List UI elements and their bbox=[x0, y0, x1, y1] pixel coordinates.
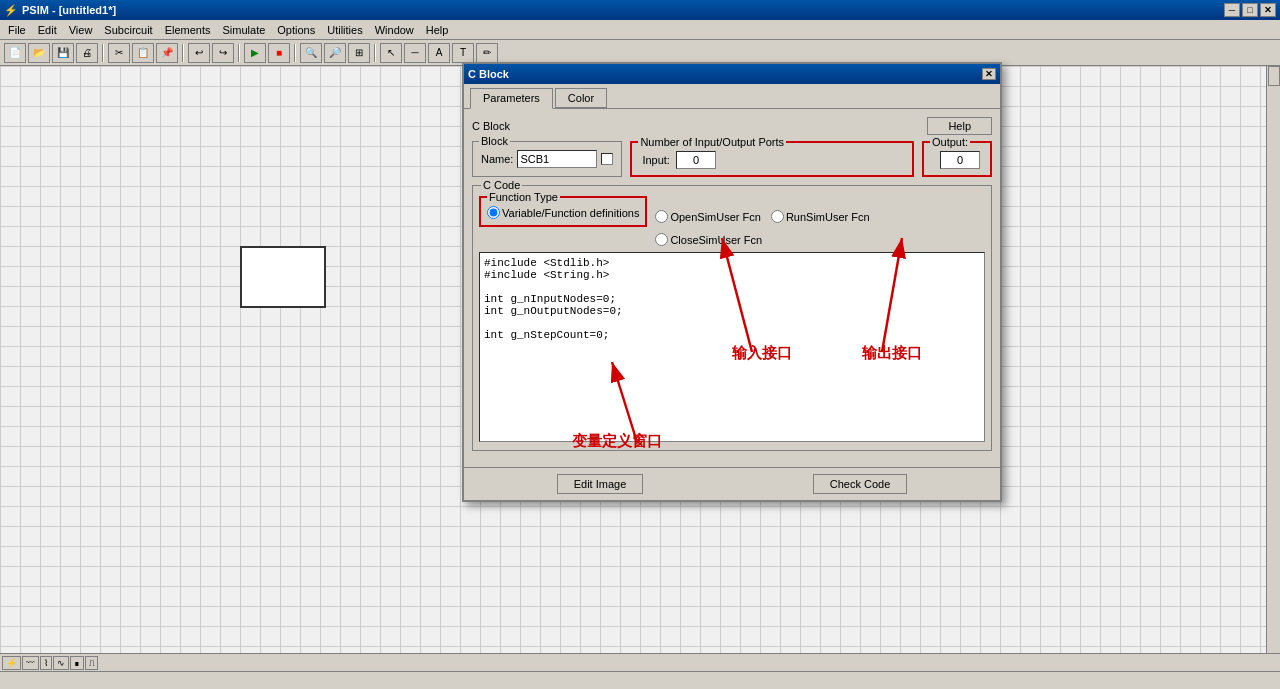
bottom-toolbar: ⚡ 〰 ⌇ ∿ ∎ ⎍ bbox=[0, 653, 1280, 671]
output-count-field[interactable] bbox=[940, 151, 980, 169]
new-button[interactable]: 📄 bbox=[4, 43, 26, 63]
text-button[interactable]: T bbox=[452, 43, 474, 63]
dialog-tabs: Parameters Color bbox=[464, 84, 1000, 108]
menu-simulate[interactable]: Simulate bbox=[217, 22, 272, 38]
output-group: Output: bbox=[922, 141, 992, 177]
canvas-block[interactable] bbox=[240, 246, 326, 308]
sep5 bbox=[374, 44, 376, 62]
func-type-radio-opensim[interactable] bbox=[655, 210, 668, 223]
edit-button[interactable]: ✏ bbox=[476, 43, 498, 63]
cblock-label: C Block bbox=[472, 120, 510, 132]
func-type-closesim-text: CloseSimUser Fcn bbox=[670, 234, 762, 246]
title-bar: ⚡ PSIM - [untitled1*] ─ □ ✕ bbox=[0, 0, 1280, 20]
ccode-group-title: C Code bbox=[481, 179, 522, 191]
func-type-group: Function Type Variable/Function definiti… bbox=[479, 196, 647, 227]
dialog-footer: Edit Image Check Code bbox=[464, 467, 1000, 500]
output-row bbox=[934, 151, 980, 169]
scrollbar-thumb[interactable] bbox=[1268, 66, 1280, 86]
app-title: PSIM - [untitled1*] bbox=[22, 4, 116, 16]
edit-image-button[interactable]: Edit Image bbox=[557, 474, 644, 494]
title-left: ⚡ PSIM - [untitled1*] bbox=[4, 4, 116, 17]
bottom-tool-2[interactable]: 〰 bbox=[22, 656, 39, 670]
zoom-in-button[interactable]: 🔍 bbox=[300, 43, 322, 63]
open-button[interactable]: 📂 bbox=[28, 43, 50, 63]
menu-elements[interactable]: Elements bbox=[159, 22, 217, 38]
block-group-title: Block bbox=[479, 135, 510, 147]
dialog-title: C Block bbox=[468, 68, 509, 80]
func-type-group-title: Function Type bbox=[487, 191, 560, 203]
func-type-radio-runsim[interactable] bbox=[771, 210, 784, 223]
block-name-checkbox[interactable] bbox=[601, 153, 613, 165]
title-controls[interactable]: ─ □ ✕ bbox=[1224, 3, 1276, 17]
func-type-closesimlabel: CloseSimUser Fcn bbox=[655, 233, 762, 246]
ccode-group: C Code Function Type Variable/Function d… bbox=[472, 185, 992, 451]
tab-color[interactable]: Color bbox=[555, 88, 607, 108]
status-bar bbox=[0, 671, 1280, 689]
run-button[interactable]: ▶ bbox=[244, 43, 266, 63]
menu-window[interactable]: Window bbox=[369, 22, 420, 38]
sep2 bbox=[182, 44, 184, 62]
tab-parameters[interactable]: Parameters bbox=[470, 88, 553, 109]
name-label: Name: bbox=[481, 153, 513, 165]
bottom-tool-5[interactable]: ∎ bbox=[70, 656, 84, 670]
help-button[interactable]: Help bbox=[927, 117, 992, 135]
menu-edit[interactable]: Edit bbox=[32, 22, 63, 38]
func-type-opensim-text: OpenSimUser Fcn bbox=[670, 211, 760, 223]
output-group-title: Output: bbox=[930, 136, 970, 148]
menu-bar: File Edit View Subcircuit Elements Simul… bbox=[0, 20, 1280, 40]
menu-utilities[interactable]: Utilities bbox=[321, 22, 368, 38]
func-type-label-vardef: Variable/Function definitions bbox=[502, 207, 639, 219]
cblock-dialog: C Block ✕ Parameters Color C Block Help … bbox=[462, 62, 1002, 502]
zoom-out-button[interactable]: 🔎 bbox=[324, 43, 346, 63]
bottom-tool-3[interactable]: ⌇ bbox=[40, 656, 52, 670]
func-type-runsim-text: RunSimUser Fcn bbox=[786, 211, 870, 223]
sep1 bbox=[102, 44, 104, 62]
minimize-button[interactable]: ─ bbox=[1224, 3, 1240, 17]
undo-button[interactable]: ↩ bbox=[188, 43, 210, 63]
func-type-runsimlabel: RunSimUser Fcn bbox=[771, 210, 870, 223]
check-code-button[interactable]: Check Code bbox=[813, 474, 908, 494]
label-button[interactable]: A bbox=[428, 43, 450, 63]
bottom-tool-4[interactable]: ∿ bbox=[53, 656, 69, 670]
ports-group: Number of Input/Output Ports Input: bbox=[630, 141, 914, 177]
menu-view[interactable]: View bbox=[63, 22, 99, 38]
redo-button[interactable]: ↪ bbox=[212, 43, 234, 63]
menu-help[interactable]: Help bbox=[420, 22, 455, 38]
func-type-radio-group: OpenSimUser Fcn RunSimUser Fcn CloseSimU… bbox=[655, 210, 985, 246]
dialog-title-bar: C Block ✕ bbox=[464, 64, 1000, 84]
stop-button[interactable]: ■ bbox=[268, 43, 290, 63]
sep4 bbox=[294, 44, 296, 62]
vertical-scrollbar[interactable] bbox=[1266, 66, 1280, 653]
save-button[interactable]: 💾 bbox=[52, 43, 74, 63]
paste-button[interactable]: 📌 bbox=[156, 43, 178, 63]
wire-button[interactable]: ─ bbox=[404, 43, 426, 63]
port-row: Input: bbox=[642, 151, 902, 169]
maximize-button[interactable]: □ bbox=[1242, 3, 1258, 17]
zoom-fit-button[interactable]: ⊞ bbox=[348, 43, 370, 63]
app-icon: ⚡ bbox=[4, 4, 18, 17]
dialog-content: C Block Help Block Name: Number of Input… bbox=[464, 108, 1000, 467]
copy-button[interactable]: 📋 bbox=[132, 43, 154, 63]
func-type-radio-vardef[interactable] bbox=[487, 206, 500, 219]
block-name-input[interactable] bbox=[517, 150, 597, 168]
dialog-close-button[interactable]: ✕ bbox=[982, 68, 996, 80]
close-button[interactable]: ✕ bbox=[1260, 3, 1276, 17]
menu-options[interactable]: Options bbox=[271, 22, 321, 38]
input-count-field[interactable] bbox=[676, 151, 716, 169]
sep3 bbox=[238, 44, 240, 62]
ports-group-title: Number of Input/Output Ports bbox=[638, 136, 786, 148]
func-type-opensimlabel: OpenSimUser Fcn bbox=[655, 210, 760, 223]
bottom-tool-1[interactable]: ⚡ bbox=[2, 656, 21, 670]
block-group: Block Name: bbox=[472, 141, 622, 177]
block-name-row: Name: bbox=[481, 150, 613, 168]
bottom-tool-6[interactable]: ⎍ bbox=[85, 656, 98, 670]
func-type-radio-closesim[interactable] bbox=[655, 233, 668, 246]
menu-subcircuit[interactable]: Subcircuit bbox=[98, 22, 158, 38]
code-editor[interactable]: #include <Stdlib.h> #include <String.h> … bbox=[479, 252, 985, 442]
input-label: Input: bbox=[642, 154, 670, 166]
cursor-button[interactable]: ↖ bbox=[380, 43, 402, 63]
cut-button[interactable]: ✂ bbox=[108, 43, 130, 63]
menu-file[interactable]: File bbox=[2, 22, 32, 38]
print-button[interactable]: 🖨 bbox=[76, 43, 98, 63]
